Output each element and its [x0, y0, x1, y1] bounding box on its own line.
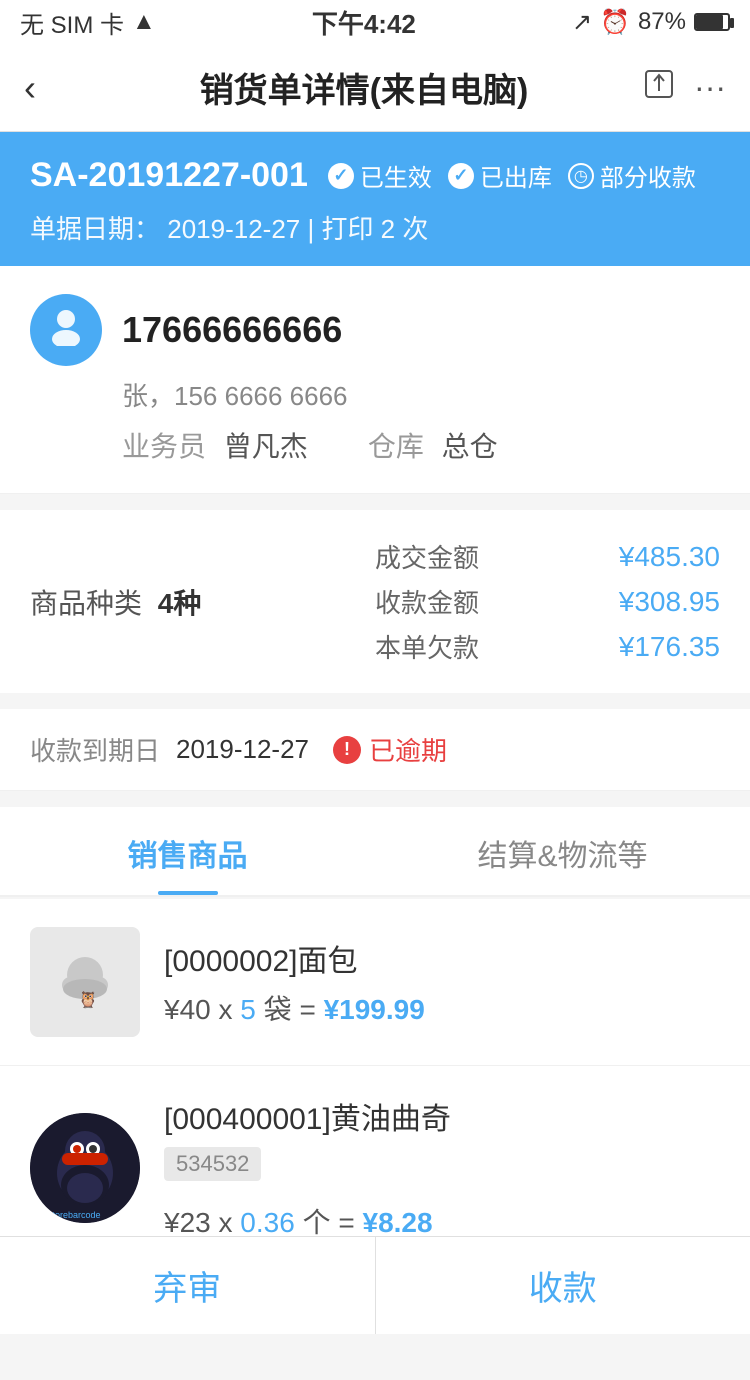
page-title: 销货单详情(来自电脑)	[84, 63, 644, 112]
clock-icon: ◷	[568, 163, 594, 189]
check-icon-2: ✓	[448, 163, 474, 189]
badge-partial: ◷ 部分收款	[568, 158, 696, 193]
tab-settlement-logistics[interactable]: 结算&物流等	[375, 807, 750, 895]
product-info-2: [000400001]黄油曲奇 534532 ¥23 x 0.36 个 = ¥8…	[164, 1094, 720, 1241]
product-list: 🦉 🦉 [0000002]面包 ¥40 x 5 袋 = ¥199.99	[0, 899, 750, 1270]
customer-row: 17666666666	[30, 294, 720, 366]
battery-label: 87%	[638, 8, 686, 36]
product-info-1: [0000002]面包 ¥40 x 5 袋 = ¥199.99	[164, 936, 720, 1028]
tab-sales-products[interactable]: 销售商品	[0, 807, 375, 895]
customer-meta: 业务员 曾凡杰 仓库 总仓	[122, 425, 720, 465]
share-icon[interactable]	[644, 69, 674, 106]
product-item-1: 🦉 🦉 [0000002]面包 ¥40 x 5 袋 = ¥199.99	[0, 899, 750, 1066]
product-tag-2: 534532	[164, 1147, 261, 1181]
due-date-section: 收款到期日 2019-12-27 ! 已逾期	[0, 709, 750, 791]
order-date-info: 单据日期： 2019-12-27 | 打印 2 次	[30, 209, 720, 246]
deal-amount-label: 成交金额	[375, 538, 479, 575]
product-total-1: ¥199.99	[324, 994, 425, 1025]
salesperson-value: 曾凡杰	[224, 431, 308, 462]
badge-effective: ✓ 已生效	[328, 158, 432, 193]
product-image-2: storebarcode	[30, 1113, 140, 1223]
product-kind-value: 4种	[158, 588, 202, 619]
debt-label: 本单欠款	[375, 628, 479, 665]
received-row: 收款金额 ¥308.95	[375, 583, 720, 620]
deal-amount-row: 成交金额 ¥485.30	[375, 538, 720, 575]
product-price-1: ¥40 x 5 袋 = ¥199.99	[164, 988, 720, 1028]
due-date-label: 收款到期日	[30, 731, 160, 768]
product-name-2: [000400001]黄油曲奇	[164, 1094, 720, 1138]
more-icon[interactable]: ···	[694, 69, 726, 106]
badge-shipped: ✓ 已出库	[448, 158, 552, 193]
salesperson-info: 业务员 曾凡杰	[122, 425, 308, 465]
person-icon	[45, 304, 87, 356]
confirm-button[interactable]: 收款	[375, 1237, 750, 1334]
due-date-value: 2019-12-27	[176, 734, 309, 765]
alarm-icon: ⏰	[600, 8, 630, 37]
back-button[interactable]: ‹	[24, 67, 84, 109]
product-image-1: 🦉 🦉	[30, 927, 140, 1037]
date-label: 单据日期：	[30, 214, 160, 244]
product-price-2: ¥23 x 0.36 个 = ¥8.28	[164, 1201, 720, 1241]
wifi-icon: ▲	[132, 8, 156, 36]
warehouse-info: 仓库 总仓	[368, 425, 498, 465]
location-icon: ↗	[572, 8, 592, 37]
customer-name: 17666666666	[122, 309, 342, 351]
overdue-text: 已逾期	[369, 731, 447, 768]
warehouse-value: 总仓	[442, 431, 498, 462]
order-date: 2019-12-27	[167, 214, 300, 244]
debt-value: ¥176.35	[619, 631, 720, 663]
overdue-icon: !	[333, 736, 361, 764]
received-label: 收款金额	[375, 583, 479, 620]
received-value: ¥308.95	[619, 586, 720, 618]
salesperson-label: 业务员	[122, 431, 206, 462]
product-kind: 商品种类 4种	[30, 582, 375, 622]
status-badges: ✓ 已生效 ✓ 已出库 ◷ 部分收款	[328, 158, 696, 193]
battery-icon	[694, 13, 730, 31]
cancel-button[interactable]: 弃审	[0, 1237, 375, 1334]
sim-label: 无 SIM 卡	[20, 5, 124, 40]
svg-text:🦉: 🦉	[55, 952, 117, 1008]
amount-stats: 成交金额 ¥485.30 收款金额 ¥308.95 本单欠款 ¥176.35	[375, 538, 720, 665]
status-right: ↗ ⏰ 87%	[572, 8, 730, 37]
svg-text:storebarcode: storebarcode	[48, 1210, 101, 1220]
status-bar: 无 SIM 卡 ▲ 下午4:42 ↗ ⏰ 87%	[0, 0, 750, 44]
product-placeholder-1: 🦉 🦉	[30, 927, 140, 1037]
nav-actions: ···	[644, 69, 726, 106]
product-qty-1: 5	[240, 994, 256, 1025]
print-info: | 打印 2 次	[307, 214, 428, 244]
customer-contact: 张，156 6666 6666	[122, 376, 720, 413]
order-header: SA-20191227-001 ✓ 已生效 ✓ 已出库 ◷ 部分收款 单据日期：…	[0, 132, 750, 266]
product-total-2: ¥8.28	[363, 1207, 433, 1238]
bottom-bar: 弃审 收款	[0, 1236, 750, 1334]
product-name-1: [0000002]面包	[164, 936, 720, 980]
tabs: 销售商品 结算&物流等	[0, 807, 750, 897]
avatar	[30, 294, 102, 366]
product-kind-label: 商品种类	[30, 588, 142, 619]
stats-section: 商品种类 4种 成交金额 ¥485.30 收款金额 ¥308.95 本单欠款 ¥…	[0, 510, 750, 693]
order-id: SA-20191227-001	[30, 156, 308, 195]
status-left: 无 SIM 卡 ▲	[20, 5, 156, 40]
overdue-badge: ! 已逾期	[333, 731, 447, 768]
customer-section: 17666666666 张，156 6666 6666 业务员 曾凡杰 仓库 总…	[0, 266, 750, 494]
status-time: 下午4:42	[312, 4, 416, 41]
deal-amount-value: ¥485.30	[619, 541, 720, 573]
warehouse-label: 仓库	[368, 431, 424, 462]
debt-row: 本单欠款 ¥176.35	[375, 628, 720, 665]
product-qty-2: 0.36	[240, 1207, 295, 1238]
nav-bar: ‹ 销货单详情(来自电脑) ···	[0, 44, 750, 132]
check-icon: ✓	[328, 163, 354, 189]
